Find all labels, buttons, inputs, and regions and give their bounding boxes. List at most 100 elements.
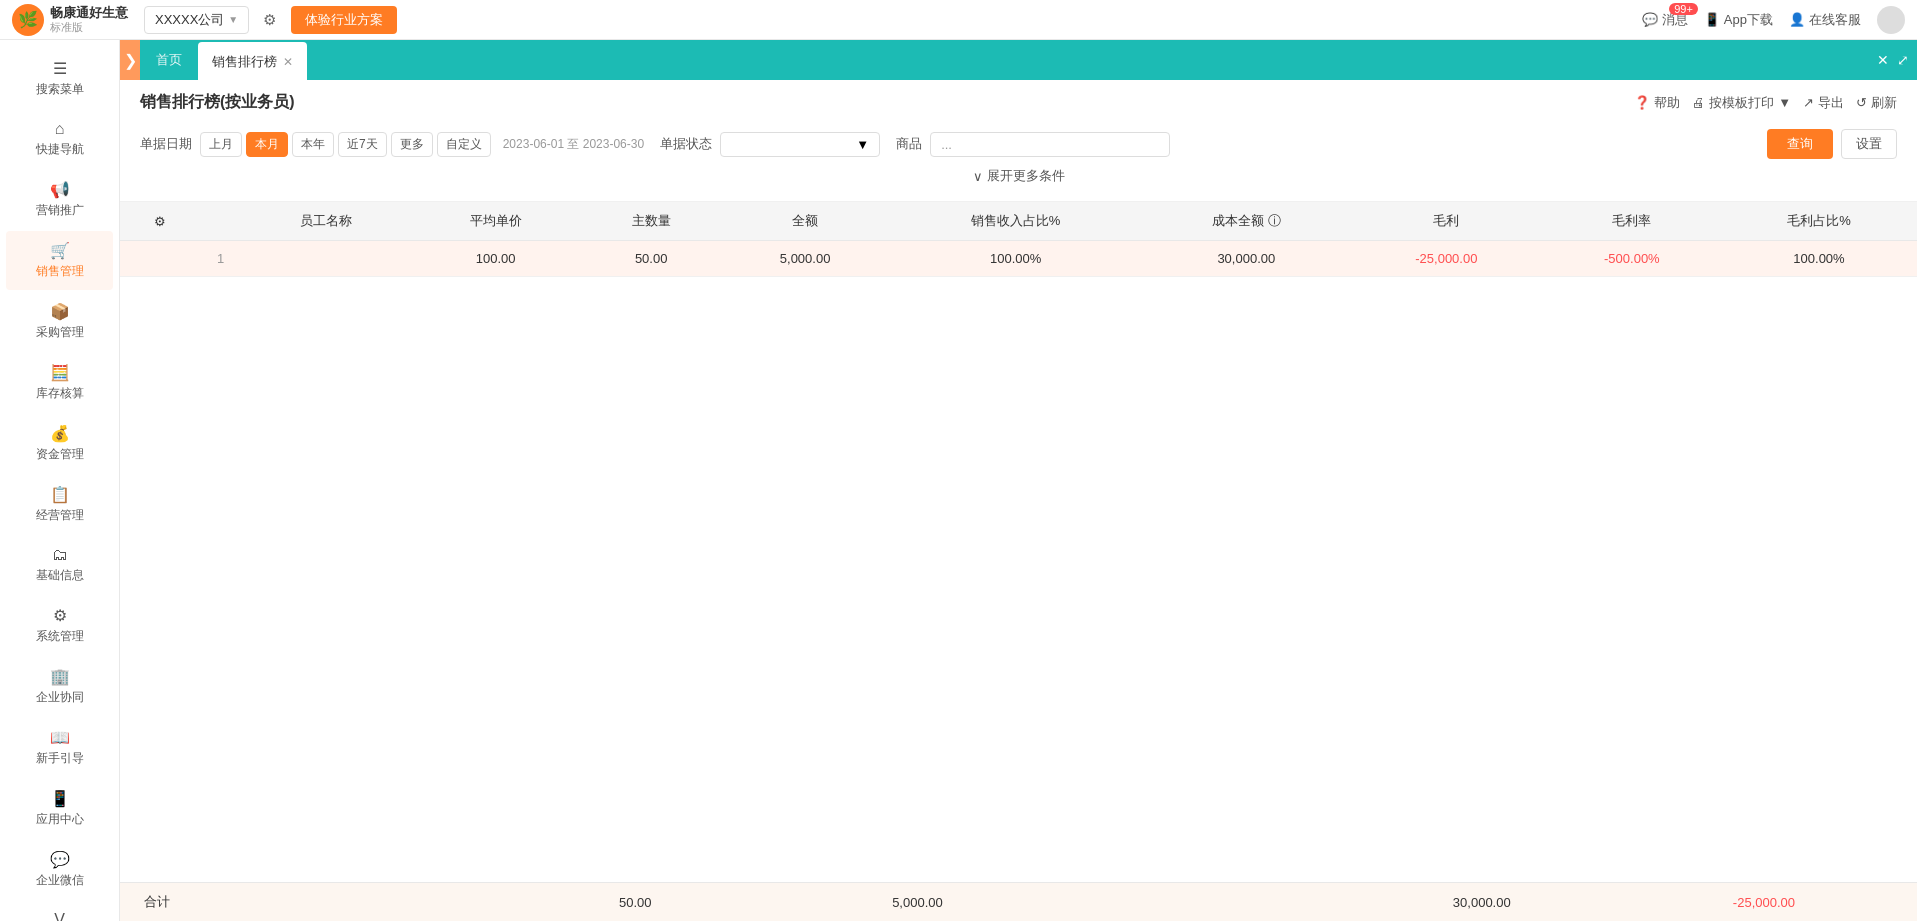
sidebar-item-label: 营销推广 — [36, 202, 84, 219]
member-icon: V — [54, 911, 65, 921]
table-header-row: ⚙ 员工名称 平均单价 主数量 全额 销售收入占比% 成本全额 ⓘ 毛利 毛利率 — [120, 202, 1917, 241]
footer-amount: 5,000.00 — [776, 895, 1058, 910]
status-filter-label: 单据状态 — [660, 135, 712, 153]
date-filter-item: 单据日期 上月 本月 本月 本年 近7天 更多 自定义 2023-06-01 至… — [140, 132, 644, 157]
settings-icon[interactable]: ⚙ — [255, 6, 283, 34]
online-service-button[interactable]: 👤 在线客服 — [1789, 11, 1861, 29]
sidebar-item-label: 采购管理 — [36, 324, 84, 341]
tab-expand-icon[interactable]: ⤢ — [1897, 52, 1909, 68]
sidebar-item-purchase[interactable]: 📦 采购管理 — [6, 292, 113, 351]
message-icon: 💬 — [1642, 12, 1658, 27]
print-button[interactable]: 🖨 按模板打印 ▼ — [1692, 94, 1791, 112]
tab-close-all-icon[interactable]: ✕ — [1877, 52, 1889, 68]
data-table: ⚙ 员工名称 平均单价 主数量 全额 销售收入占比% 成本全额 ⓘ 毛利 毛利率 — [120, 202, 1917, 277]
date-range-display: 2023-06-01 至 2023-06-30 — [503, 136, 644, 153]
sidebar-item-inventory[interactable]: 🧮 库存核算 — [6, 353, 113, 412]
sidebar-item-finance[interactable]: 💰 资金管理 — [6, 414, 113, 473]
page-title: 销售排行榜(按业务员) — [140, 92, 295, 113]
col-amount-header: 全额 — [722, 202, 889, 241]
print-icon: 🖨 — [1692, 95, 1705, 110]
col-gross-rate-header: 毛利率 — [1543, 202, 1721, 241]
enterprise-icon: 🏢 — [50, 667, 70, 686]
sidebar-item-label: 企业微信 — [36, 872, 84, 889]
app-wrapper: 🌿 畅康通好生意 标准版 XXXXX公司 ▼ ⚙ 体验行业方案 💬 消息 99+… — [0, 0, 1917, 921]
sidebar-item-marketing[interactable]: 📢 营销推广 — [6, 170, 113, 229]
page-content: 销售排行榜(按业务员) ❓ 帮助 🖨 按模板打印 ▼ ↗ — [120, 80, 1917, 921]
tab-close-icon[interactable]: ✕ — [283, 55, 293, 69]
expand-icon: ∨ — [973, 169, 983, 184]
sidebar-item-search[interactable]: ☰ 搜索菜单 — [6, 49, 113, 108]
footer-gross: -25,000.00 — [1623, 895, 1905, 910]
table-container: ⚙ 员工名称 平均单价 主数量 全额 销售收入占比% 成本全额 ⓘ 毛利 毛利率 — [120, 202, 1917, 882]
sidebar-item-label: 企业协同 — [36, 689, 84, 706]
table-row: 1 100.00 50.00 5,000.00 100.00% 30,000.0… — [120, 241, 1917, 277]
status-select[interactable]: ▼ — [720, 132, 880, 157]
sidebar-item-label: 搜索菜单 — [36, 81, 84, 98]
tab-home[interactable]: 首页 — [140, 40, 198, 80]
expand-more-button[interactable]: ∨ 展开更多条件 — [973, 163, 1065, 189]
home-icon: ⌂ — [55, 120, 65, 138]
goods-filter-label: 商品 — [896, 135, 922, 153]
tab-sales-ranking[interactable]: 销售排行榜 ✕ — [198, 42, 307, 82]
basic-icon: 🗂 — [52, 546, 68, 564]
sidebar-item-basic[interactable]: 🗂 基础信息 — [6, 536, 113, 594]
table-settings-button[interactable]: 设置 — [1841, 129, 1897, 159]
dropdown-arrow-icon: ▼ — [228, 14, 238, 25]
date-btn-custom[interactable]: 自定义 — [437, 132, 491, 157]
service-label: 在线客服 — [1809, 11, 1861, 29]
sidebar-item-member[interactable]: V 畅会员 — [6, 901, 113, 921]
app-download-button[interactable]: 📱 App下载 — [1704, 11, 1773, 29]
date-btn-active[interactable]: 本月 — [246, 132, 288, 157]
help-button[interactable]: ❓ 帮助 — [1634, 94, 1680, 112]
sidebar-item-enterprise[interactable]: 🏢 企业协同 — [6, 657, 113, 716]
date-filter-label: 单据日期 — [140, 135, 192, 153]
tab-label: 销售排行榜 — [212, 53, 277, 71]
export-button[interactable]: ↗ 导出 — [1803, 94, 1844, 112]
cell-sales-pct: 100.00% — [889, 241, 1143, 277]
refresh-label: 刷新 — [1871, 94, 1897, 112]
logo-text: 畅康通好生意 标准版 — [50, 5, 128, 34]
footer-empty2 — [1059, 895, 1341, 910]
logo-title: 畅康通好生意 — [50, 5, 128, 21]
sidebar-item-quick-nav[interactable]: ⌂ 快捷导航 — [6, 110, 113, 168]
sidebar-item-apps[interactable]: 📱 应用中心 — [6, 779, 113, 838]
date-btn-7days[interactable]: 近7天 — [338, 132, 387, 157]
sidebar-item-label: 快捷导航 — [36, 141, 84, 158]
sidebar-item-system[interactable]: ⚙ 系统管理 — [6, 596, 113, 655]
status-dropdown-icon: ▼ — [856, 137, 869, 152]
filter-row: 单据日期 上月 本月 本月 本年 近7天 更多 自定义 2023-06-01 至… — [140, 129, 1897, 159]
sales-icon: 🛒 — [50, 241, 70, 260]
company-selector[interactable]: XXXXX公司 ▼ — [144, 6, 249, 34]
sidebar-item-label: 销售管理 — [36, 263, 84, 280]
refresh-button[interactable]: ↺ 刷新 — [1856, 94, 1897, 112]
sidebar-item-operation[interactable]: 📋 经营管理 — [6, 475, 113, 534]
col-qty-header: 主数量 — [581, 202, 722, 241]
header-actions: ❓ 帮助 🖨 按模板打印 ▼ ↗ 导出 ↺ — [1634, 94, 1897, 112]
cell-amount: 5,000.00 — [722, 241, 889, 277]
date-btn-this-year[interactable]: 本年 — [292, 132, 334, 157]
system-icon: ⚙ — [53, 606, 67, 625]
page-header: 销售排行榜(按业务员) ❓ 帮助 🖨 按模板打印 ▼ ↗ — [120, 80, 1917, 121]
inventory-icon: 🧮 — [50, 363, 70, 382]
top-bar: 🌿 畅康通好生意 标准版 XXXXX公司 ▼ ⚙ 体验行业方案 💬 消息 99+… — [0, 0, 1917, 40]
col-settings-header[interactable]: ⚙ — [120, 202, 201, 241]
sidebar-item-label: 系统管理 — [36, 628, 84, 645]
date-btn-more[interactable]: 更多 — [391, 132, 433, 157]
service-icon: 👤 — [1789, 12, 1805, 27]
wechat-icon: 💬 — [50, 850, 70, 869]
sidebar-item-guide[interactable]: 📖 新手引导 — [6, 718, 113, 777]
avatar[interactable] — [1877, 6, 1905, 34]
goods-select[interactable]: ... — [930, 132, 1170, 157]
try-industry-button[interactable]: 体验行业方案 — [291, 6, 397, 34]
query-button[interactable]: 查询 — [1767, 129, 1833, 159]
sidebar-item-sales[interactable]: 🛒 销售管理 — [6, 231, 113, 290]
date-btn-last-month[interactable]: 上月 — [200, 132, 242, 157]
message-button[interactable]: 💬 消息 99+ — [1642, 11, 1688, 29]
cell-avg-price: 100.00 — [411, 241, 581, 277]
col-name-header: 员工名称 — [241, 202, 411, 241]
help-label: 帮助 — [1654, 94, 1680, 112]
sidebar-item-wechat[interactable]: 💬 企业微信 — [6, 840, 113, 899]
cell-gross-pct: 100.00% — [1721, 241, 1917, 277]
content-area: ❯ 首页 销售排行榜 ✕ ✕ ⤢ 销售排行榜(按业务员) — [120, 40, 1917, 921]
collapse-arrow-button[interactable]: ❯ — [120, 40, 140, 85]
